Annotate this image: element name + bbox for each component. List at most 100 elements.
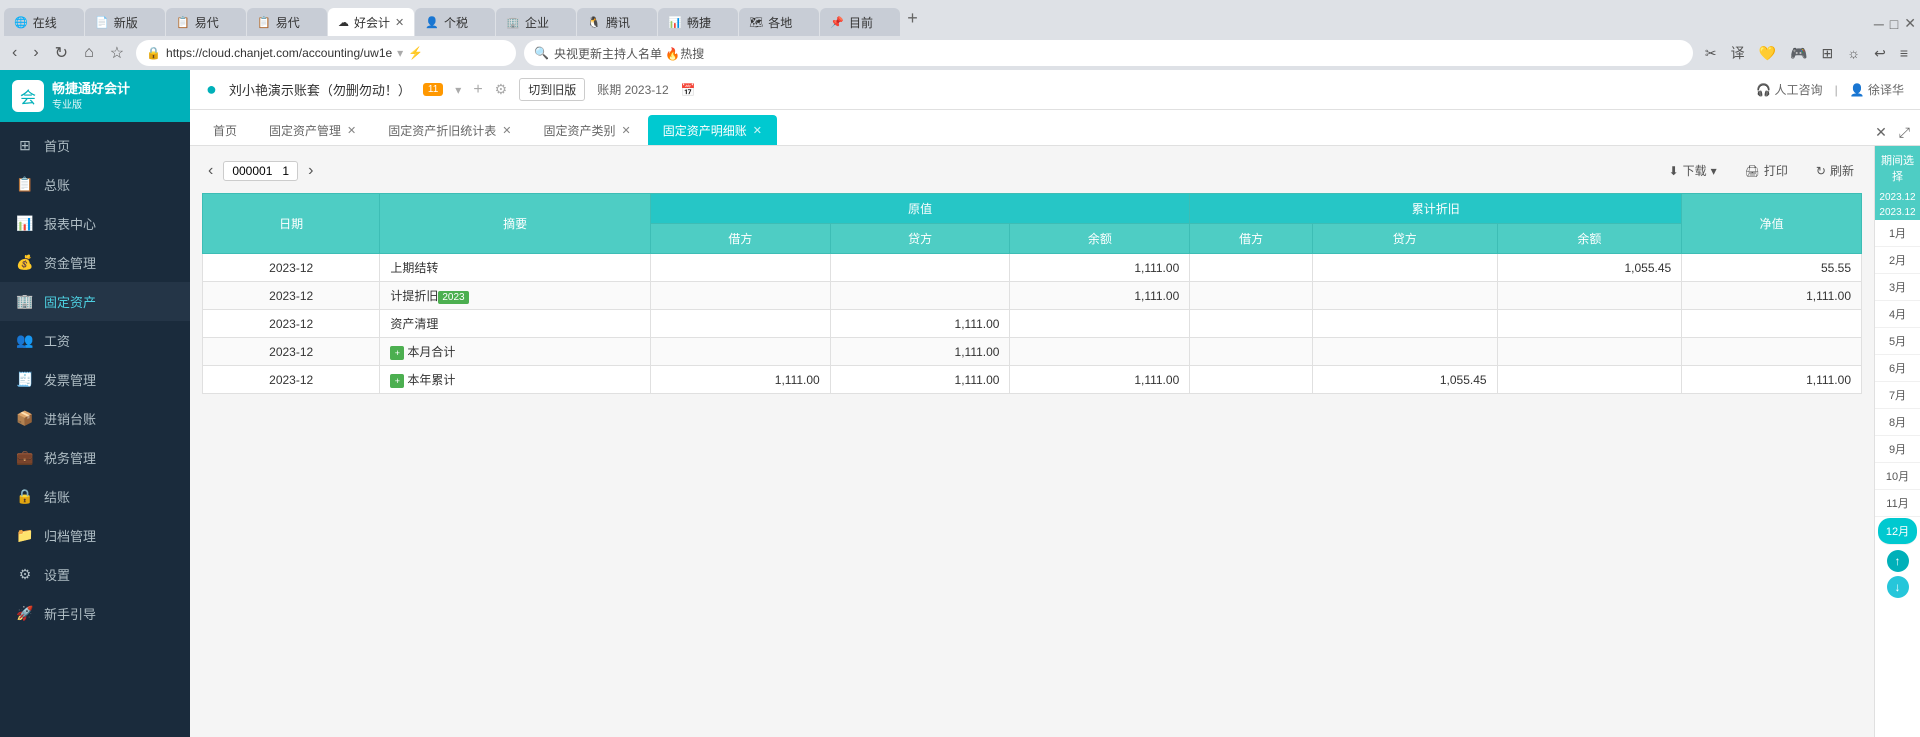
forward-button[interactable]: › — [29, 42, 42, 64]
sidebar-item-payroll[interactable]: 👥工资 — [0, 321, 190, 360]
funds-icon: 💰 — [16, 254, 34, 271]
period-month-11[interactable]: 11月 — [1875, 490, 1920, 517]
account-settings-button[interactable]: ⚙ — [495, 81, 508, 98]
period-month-12[interactable]: 12月 — [1878, 518, 1917, 545]
period-month-9[interactable]: 9月 — [1875, 436, 1920, 463]
cell-orig-credit: 1,111.00 — [830, 338, 1010, 366]
period-month-1[interactable]: 1月 — [1875, 220, 1920, 247]
next-page-button[interactable]: › — [302, 160, 319, 182]
back-button[interactable]: ‹ — [8, 42, 21, 64]
close-tab-fixed-asset-ledger[interactable]: ✕ — [753, 124, 762, 137]
browser-tab-t3[interactable]: 📋易代 — [166, 8, 246, 36]
reports-icon: 📊 — [16, 215, 34, 232]
tab-controls: ✕ ⤢ — [1873, 122, 1912, 145]
brightness-icon[interactable]: ☼ — [1843, 43, 1864, 63]
browser-search[interactable]: 🔍 央视更新主持人名单 🔥热搜 — [524, 40, 1693, 66]
scroll-up-button[interactable]: ↑ — [1887, 550, 1909, 572]
sidebar-label-payroll: 工资 — [44, 331, 70, 350]
page-tab-home[interactable]: 首页 — [198, 115, 252, 145]
period-month-8[interactable]: 8月 — [1875, 409, 1920, 436]
add-account-button[interactable]: + — [473, 81, 482, 99]
browser-tab-t6[interactable]: 👤个税 — [415, 8, 495, 36]
cell-orig-debit — [650, 282, 830, 310]
period-month-7[interactable]: 7月 — [1875, 382, 1920, 409]
sidebar-item-tax[interactable]: 💼税务管理 — [0, 438, 190, 477]
home-nav-button[interactable]: ⌂ — [80, 42, 98, 64]
sidebar-item-closing[interactable]: 🔒结账 — [0, 477, 190, 516]
sidebar-item-purchase-sales[interactable]: 📦进销台账 — [0, 399, 190, 438]
browser-tab-t2[interactable]: 📄新版 — [85, 8, 165, 36]
close-tab-fixed-asset-depreciation[interactable]: ✕ — [502, 124, 511, 137]
sidebar-item-guide[interactable]: 🚀新手引导 — [0, 594, 190, 633]
sidebar-item-general-ledger[interactable]: 📋总账 — [0, 165, 190, 204]
purchase-sales-icon: 📦 — [16, 410, 34, 427]
tab-collapse-button[interactable]: ✕ — [1873, 122, 1889, 143]
period-month-5[interactable]: 5月 — [1875, 328, 1920, 355]
download-button[interactable]: ⬇ 下载 ▾ — [1661, 158, 1725, 183]
sidebar-item-settings[interactable]: ⚙设置 — [0, 555, 190, 594]
bookmark-button[interactable]: ☆ — [106, 41, 128, 65]
app-edition: 专业版 — [52, 96, 130, 111]
sidebar-item-fixed-assets[interactable]: 🏢固定资产 — [0, 282, 190, 321]
browser-tab-t11[interactable]: 📌目前 — [820, 8, 900, 36]
wallet-icon[interactable]: 💛 — [1755, 43, 1780, 64]
period-edit-icon[interactable]: 📅 — [681, 83, 696, 97]
refresh-button[interactable]: ↻ 刷新 — [1808, 158, 1862, 183]
browser-tab-t7[interactable]: 🏢企业 — [496, 8, 576, 36]
page-navigator: ‹ 000001 1 › — [202, 160, 319, 182]
undo-icon[interactable]: ↩ — [1870, 43, 1890, 64]
page-tab-fixed-asset-depreciation[interactable]: 固定资产折旧统计表✕ — [373, 115, 526, 145]
url-bar[interactable]: 🔒 https://cloud.chanjet.com/accounting/u… — [136, 40, 516, 66]
page-tab-fixed-asset-category[interactable]: 固定资产类别✕ — [528, 115, 645, 145]
prev-page-button[interactable]: ‹ — [202, 160, 219, 182]
page-tab-label-fixed-asset-ledger: 固定资产明细账 — [663, 122, 747, 139]
close-tab-fixed-asset-mgmt[interactable]: ✕ — [347, 124, 356, 137]
print-button[interactable]: 🖨 打印 — [1737, 158, 1796, 183]
cell-acc-debit — [1190, 310, 1313, 338]
maximize-button[interactable]: □ — [1890, 16, 1898, 32]
cell-orig-debit: 1,111.00 — [650, 366, 830, 394]
period-month-2[interactable]: 2月 — [1875, 247, 1920, 274]
period-month-3[interactable]: 3月 — [1875, 274, 1920, 301]
table-row: 2023-12 +本年累计 1,111.00 1,111.00 1,111.00… — [203, 366, 1862, 394]
user-profile-button[interactable]: 👤 徐译华 — [1850, 81, 1904, 98]
browser-tab-t10[interactable]: 🗺各地 — [739, 8, 819, 36]
close-button[interactable]: ✕ — [1904, 15, 1916, 32]
table-row: 2023-12 计提折旧2023 1,111.00 1,111.00 — [203, 282, 1862, 310]
sidebar-label-general-ledger: 总账 — [44, 175, 70, 194]
period-month-6[interactable]: 6月 — [1875, 355, 1920, 382]
sidebar-item-invoice[interactable]: 🧾发票管理 — [0, 360, 190, 399]
switch-version-button[interactable]: 切到旧版 — [519, 78, 585, 101]
menu-icon[interactable]: ≡ — [1896, 43, 1912, 63]
scroll-down-button[interactable]: ↓ — [1887, 576, 1909, 598]
sidebar-item-home[interactable]: ⊞首页 — [0, 126, 190, 165]
game-icon[interactable]: 🎮 — [1786, 43, 1811, 64]
cell-acc-credit — [1312, 254, 1497, 282]
browser-tab-t8[interactable]: 🐧腾讯 — [577, 8, 657, 36]
sidebar: 会 畅捷通好会计 专业版 ⊞首页📋总账📊报表中心💰资金管理🏢固定资产👥工资🧾发票… — [0, 70, 190, 737]
reload-button[interactable]: ↻ — [51, 41, 72, 65]
close-tab-fixed-asset-category[interactable]: ✕ — [622, 124, 631, 137]
browser-tab-t1[interactable]: 🌐在线 — [4, 8, 84, 36]
sidebar-item-reports[interactable]: 📊报表中心 — [0, 204, 190, 243]
sidebar-item-archive[interactable]: 📁归档管理 — [0, 516, 190, 555]
tab-expand-button[interactable]: ⤢ — [1897, 122, 1912, 143]
grid-icon[interactable]: ⊞ — [1818, 43, 1838, 64]
browser-tab-t5[interactable]: ☁好会计✕ — [328, 8, 414, 36]
period-month-4[interactable]: 4月 — [1875, 301, 1920, 328]
scissors-icon[interactable]: ✂ — [1701, 43, 1721, 64]
period-month-10[interactable]: 10月 — [1875, 463, 1920, 490]
sidebar-item-funds[interactable]: 💰资金管理 — [0, 243, 190, 282]
cell-orig-debit — [650, 254, 830, 282]
translate-icon[interactable]: 译 — [1727, 41, 1749, 65]
browser-tab-t9[interactable]: 📊畅捷 — [658, 8, 738, 36]
net-value-header: 净值 — [1682, 194, 1862, 254]
help-button[interactable]: 🎧 人工咨询 — [1756, 81, 1822, 98]
page-tab-fixed-asset-mgmt[interactable]: 固定资产管理✕ — [254, 115, 371, 145]
table-row: 2023-12 上期结转 1,111.00 1,055.45 55.55 — [203, 254, 1862, 282]
account-dropdown[interactable]: ▾ — [455, 83, 461, 97]
minimize-button[interactable]: ─ — [1874, 16, 1884, 32]
new-tab-button[interactable]: + — [901, 8, 924, 29]
page-tab-fixed-asset-ledger[interactable]: 固定资产明细账 ✕ — [648, 115, 777, 145]
browser-tab-t4[interactable]: 📋易代 — [247, 8, 327, 36]
